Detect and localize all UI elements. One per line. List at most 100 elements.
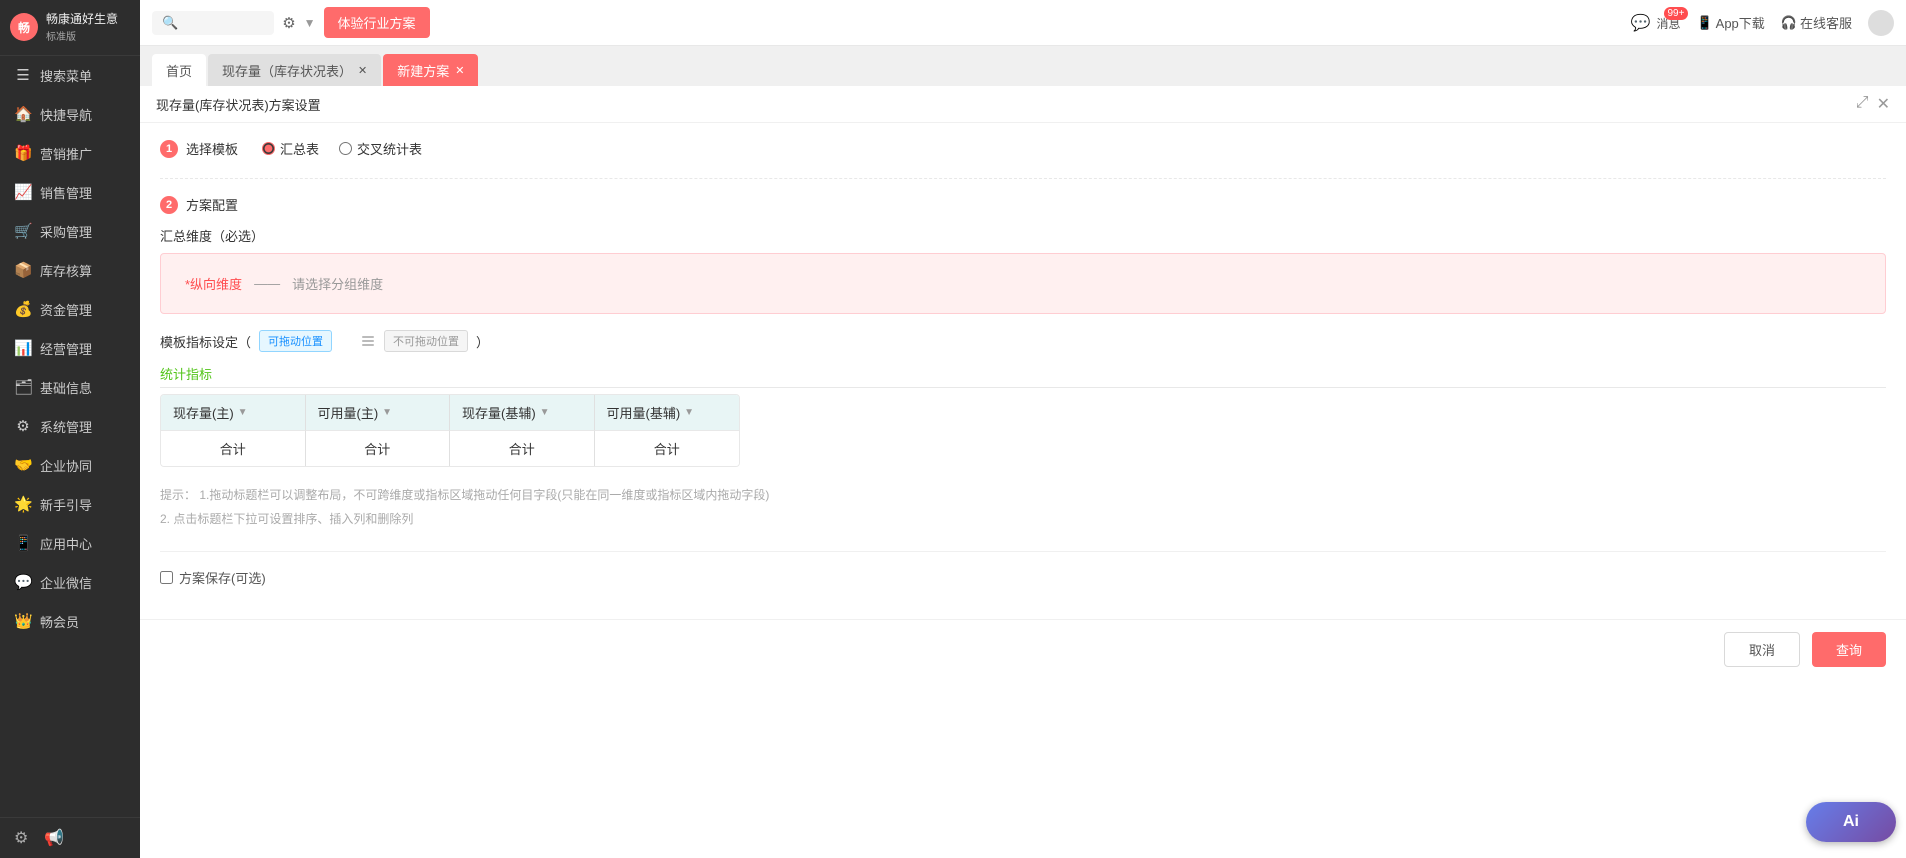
panel-header-actions: ⤢ ✕ [1856, 94, 1890, 114]
sidebar-item-label: 库存核算 [40, 261, 92, 280]
search-input[interactable] [184, 15, 264, 30]
sidebar-item-sales[interactable]: 📈 销售管理 [0, 173, 140, 212]
caret-icon: ▼ [382, 407, 392, 418]
step2-header: 2 方案配置 [160, 195, 1886, 214]
tip-2: 2. 点击标题栏下拉可设置排序、插入列和删除列 [160, 507, 1886, 531]
money-icon: 💰 [14, 300, 32, 318]
save-checkbox[interactable] [160, 571, 173, 584]
dim-placeholder[interactable]: 请选择分组维度 [292, 274, 383, 293]
sidebar-item-app-center[interactable]: 📱 应用中心 [0, 524, 140, 563]
col-header-main-qty[interactable]: 现存量(主) ▼ [161, 395, 306, 430]
app-edition: 标准版 [46, 28, 118, 43]
star-icon: 🌟 [14, 495, 32, 513]
tab-inventory-status[interactable]: 现存量（库存状况表） ✕ [208, 54, 381, 86]
page-body: 1 选择模板 汇总表 交叉统计表 [140, 123, 1906, 619]
download-icon: 📱 [1696, 15, 1712, 31]
sidebar-item-cooperation[interactable]: 🤝 企业协同 [0, 446, 140, 485]
radio-cross[interactable]: 交叉统计表 [339, 139, 422, 158]
sidebar-item-label: 销售管理 [40, 183, 92, 202]
topbar: 🔍 ⚙ ▼ 体验行业方案 💬 99+ 消息 📱 App下载 🎧 在线客服 [140, 0, 1906, 46]
ai-fab-label: Ai [1843, 813, 1859, 831]
ai-fab-button[interactable]: Ai [1806, 802, 1896, 842]
radio-summary[interactable]: 汇总表 [262, 139, 319, 158]
gear-icon: ⚙ [14, 417, 32, 435]
step1-label: 选择模板 [186, 139, 238, 158]
home-icon: 🏠 [14, 105, 32, 123]
tabs-bar: 首页 现存量（库存状况表） ✕ 新建方案 ✕ [140, 46, 1906, 86]
sidebar-item-label: 营销推广 [40, 144, 92, 163]
sidebar-item-newbie[interactable]: 🌟 新手引导 [0, 485, 140, 524]
sidebar-item-search-menu[interactable]: ☰ 搜索菜单 [0, 56, 140, 95]
tag-draggable: 可拖动位置 [259, 330, 332, 352]
query-button[interactable]: 查询 [1812, 632, 1886, 667]
dimension-box: *纵向维度 —— 请选择分组维度 [160, 253, 1886, 314]
tab-home[interactable]: 首页 [152, 54, 206, 86]
cell-available-base: 合计 [595, 430, 740, 466]
wechat-icon: 💬 [14, 573, 32, 591]
topbar-dropdown-icon[interactable]: ▼ [304, 16, 316, 30]
box-icon: 📦 [14, 261, 32, 279]
avatar[interactable] [1868, 10, 1894, 36]
search-menu-icon: ☰ [14, 66, 32, 84]
expand-icon[interactable]: ⤢ [1856, 94, 1869, 114]
sidebar-item-finance[interactable]: 💰 资金管理 [0, 290, 140, 329]
main-area: 🔍 ⚙ ▼ 体验行业方案 💬 99+ 消息 📱 App下载 🎧 在线客服 [140, 0, 1906, 858]
message-icon-container[interactable]: 💬 99+ 消息 [1631, 13, 1681, 33]
sidebar-item-member[interactable]: 👑 畅会员 [0, 602, 140, 641]
sidebar-item-operations[interactable]: 📊 经营管理 [0, 329, 140, 368]
sidebar-item-label: 基础信息 [40, 378, 92, 397]
cancel-button[interactable]: 取消 [1724, 632, 1800, 667]
caret-icon: ▼ [540, 407, 550, 418]
sidebar-nav: ☰ 搜索菜单 🏠 快捷导航 🎁 营销推广 📈 销售管理 🛒 采购管理 📦 库存核… [0, 56, 140, 817]
panel-title: 现存量(库存状况表)方案设置 [156, 95, 321, 114]
step1-header: 1 选择模板 汇总表 交叉统计表 [160, 139, 1886, 158]
radio-summary-input[interactable] [262, 142, 275, 155]
sidebar-item-quick-nav[interactable]: 🏠 快捷导航 [0, 95, 140, 134]
col-header-available-base[interactable]: 可用量(基辅) ▼ [595, 395, 740, 430]
save-option[interactable]: 方案保存(可选) [160, 568, 1886, 587]
tip-1: 提示： 1.拖动标题栏可以调整布局，不可跨维度或指标区域拖动任何目字段(只能在同… [160, 483, 1886, 507]
tab-close-inventory[interactable]: ✕ [358, 64, 367, 77]
speaker-icon[interactable]: 📢 [44, 828, 64, 848]
search-box[interactable]: 🔍 [152, 11, 274, 35]
crown-icon: 👑 [14, 612, 32, 630]
sidebar-item-system[interactable]: ⚙ 系统管理 [0, 407, 140, 446]
step1-block: 1 选择模板 汇总表 交叉统计表 [160, 139, 1886, 158]
sidebar-item-basic-info[interactable]: 🗂 基础信息 [0, 368, 140, 407]
sidebar-item-label: 系统管理 [40, 417, 92, 436]
col-header-base-qty[interactable]: 现存量(基辅) ▼ [450, 395, 595, 430]
trial-industry-button[interactable]: 体验行业方案 [324, 7, 430, 38]
message-badge: 99+ [1664, 7, 1689, 20]
settings-icon[interactable]: ⚙ [14, 828, 28, 848]
col-header-available-main[interactable]: 可用量(主) ▼ [306, 395, 451, 430]
sidebar-item-label: 快捷导航 [40, 105, 92, 124]
online-service-link[interactable]: 🎧 在线客服 [1781, 13, 1852, 32]
chart-icon: 📈 [14, 183, 32, 201]
sidebar-item-wechat[interactable]: 💬 企业微信 [0, 563, 140, 602]
caret-icon: ▼ [684, 407, 694, 418]
sidebar-item-marketing[interactable]: 🎁 营销推广 [0, 134, 140, 173]
tab-close-new-schema[interactable]: ✕ [455, 64, 464, 77]
close-icon[interactable]: ✕ [1877, 94, 1890, 114]
indicator-mid-text [340, 333, 352, 350]
app-download-link[interactable]: 📱 App下载 [1696, 13, 1764, 32]
topbar-gear-icon[interactable]: ⚙ [282, 14, 295, 32]
sidebar-item-inventory[interactable]: 📦 库存核算 [0, 251, 140, 290]
stats-table-header: 现存量(主) ▼ 可用量(主) ▼ 现存量(基辅) ▼ [161, 395, 739, 430]
cell-base-qty: 合计 [450, 430, 595, 466]
tips-section: 提示： 1.拖动标题栏可以调整布局，不可跨维度或指标区域拖动任何目字段(只能在同… [160, 483, 1886, 531]
folder-icon: 🗂 [14, 378, 32, 396]
sidebar-item-label: 新手引导 [40, 495, 92, 514]
sidebar-item-label: 应用中心 [40, 534, 92, 553]
radio-cross-input[interactable] [339, 142, 352, 155]
step2-block: 2 方案配置 汇总维度（必选） *纵向维度 —— 请选择分组维度 [160, 195, 1886, 531]
sidebar-item-label: 资金管理 [40, 300, 92, 319]
cart-icon: 🛒 [14, 222, 32, 240]
search-icon: 🔍 [162, 15, 178, 31]
tab-new-schema[interactable]: 新建方案 ✕ [383, 54, 478, 86]
headset-icon: 🎧 [1781, 15, 1797, 31]
stats-table: 现存量(主) ▼ 可用量(主) ▼ 现存量(基辅) ▼ [160, 394, 740, 467]
sidebar-item-label: 采购管理 [40, 222, 92, 241]
template-radio-group: 汇总表 交叉统计表 [262, 139, 422, 158]
sidebar-item-purchase[interactable]: 🛒 采购管理 [0, 212, 140, 251]
